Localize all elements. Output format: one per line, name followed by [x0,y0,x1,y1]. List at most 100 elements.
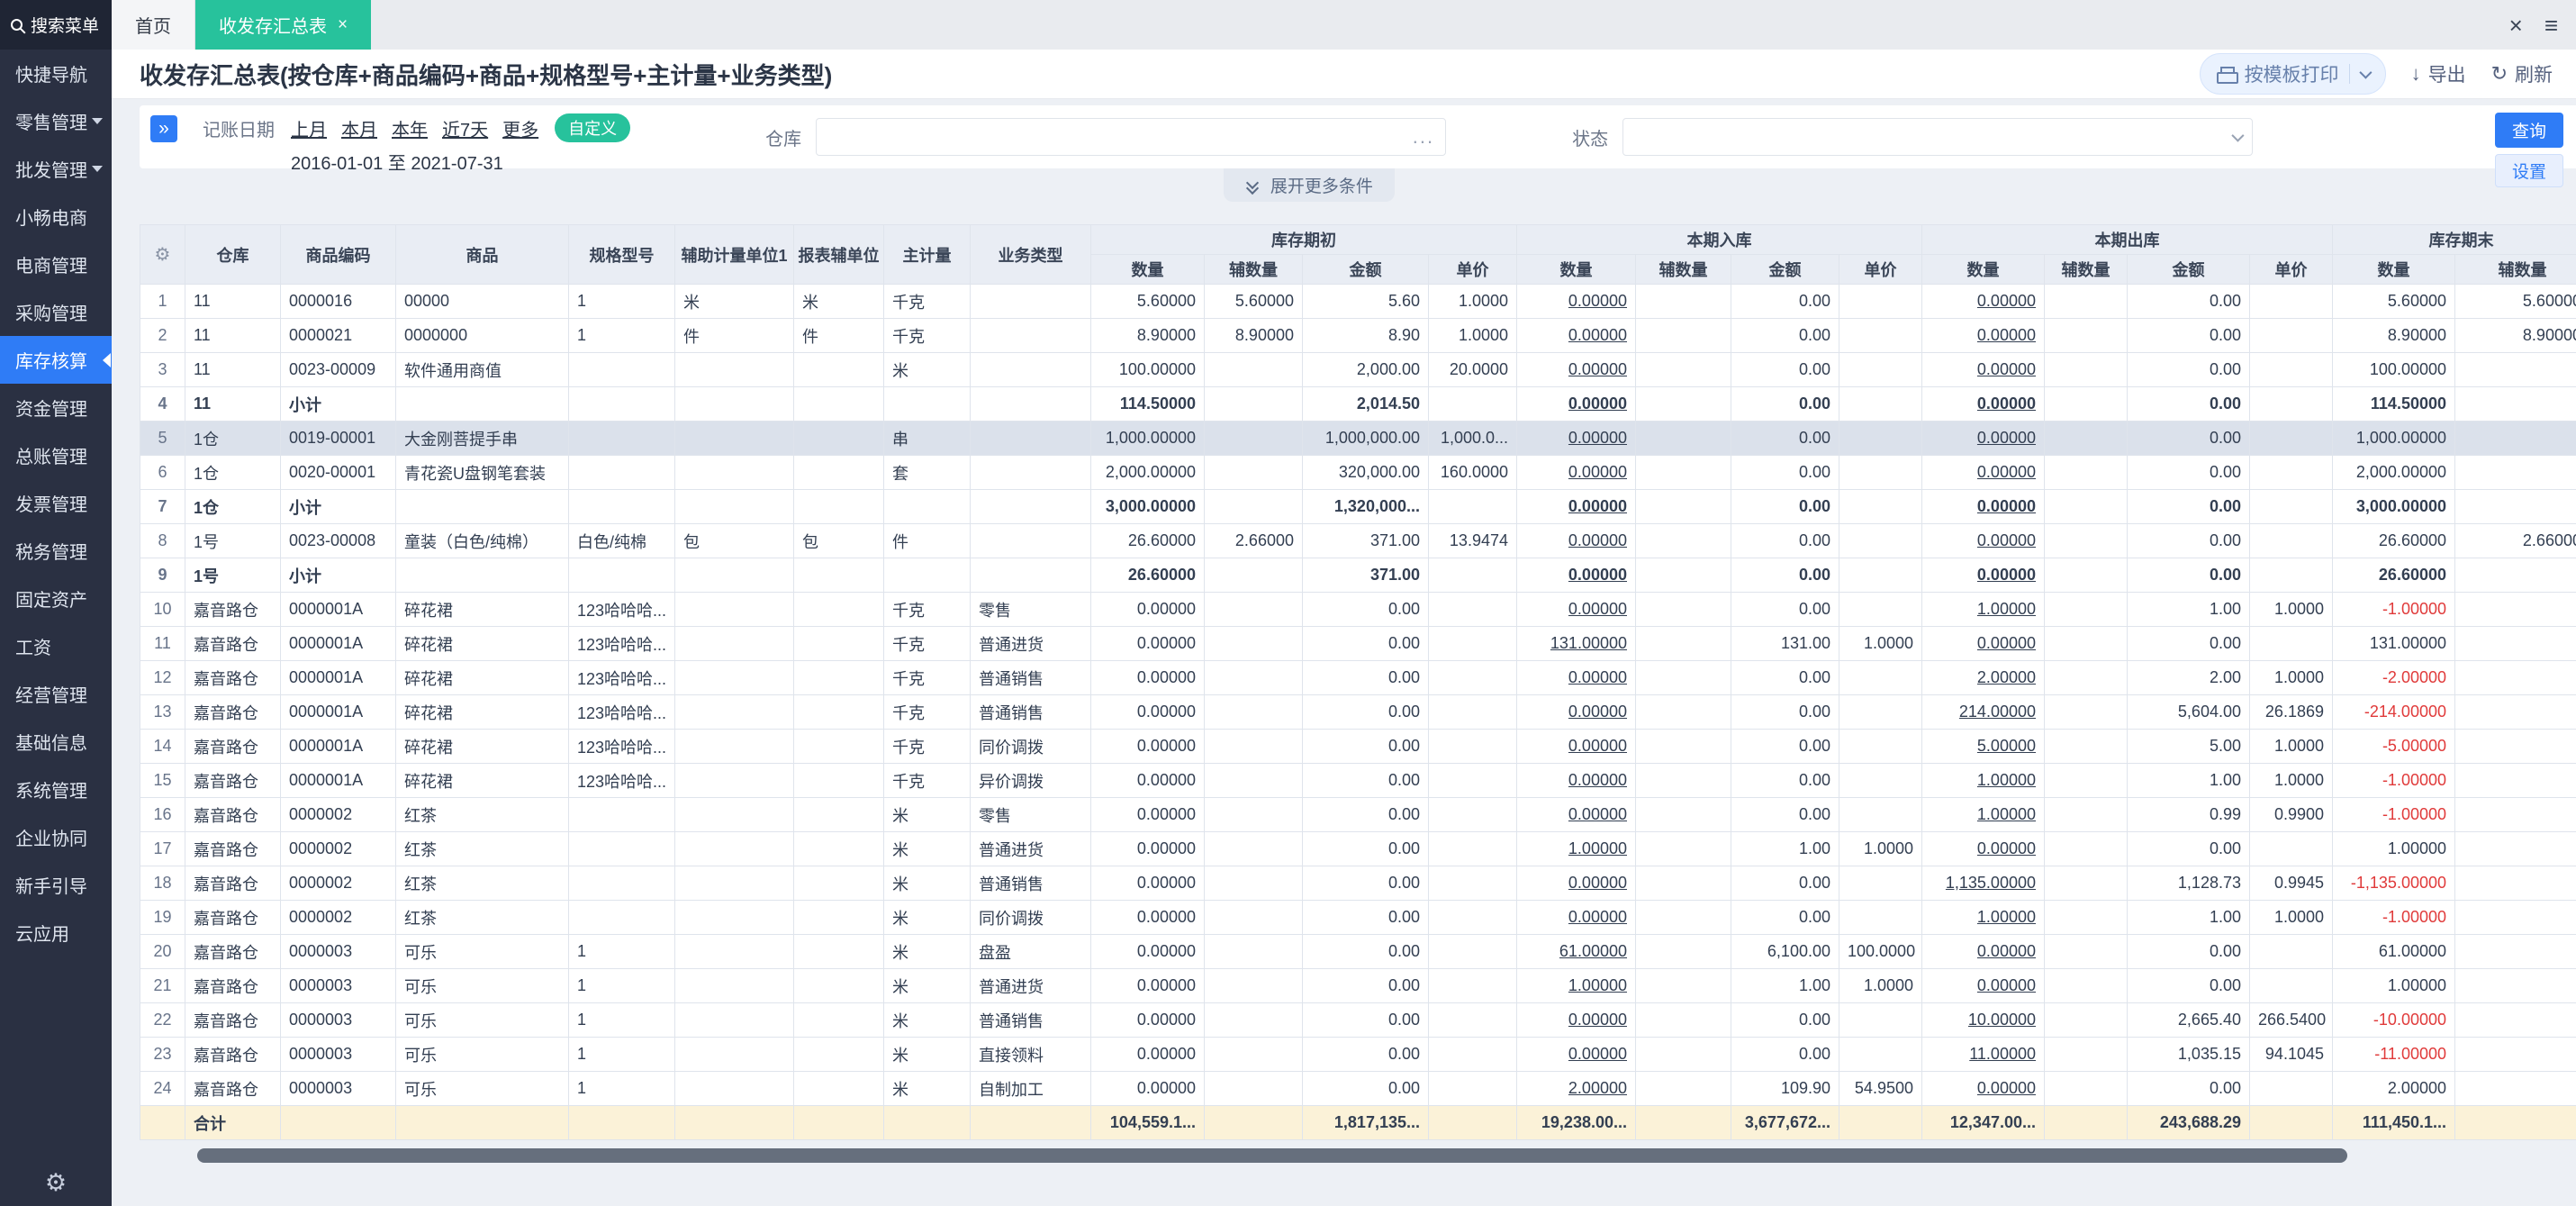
print-by-template-button[interactable]: 按模板打印 [2199,53,2386,95]
drilldown-link[interactable]: 2.00000 [1977,668,2036,686]
drilldown-link[interactable]: 1.00000 [1977,600,2036,618]
drilldown-link[interactable]: 0.00000 [1568,600,1627,618]
drilldown-link[interactable]: 1.00000 [1568,976,1627,994]
table-row[interactable]: 3 11 0023-00009 软件通用商值 米 100.00000 2,000.00 20.… [140,352,2576,387]
drilldown-link[interactable]: 0.00000 [1568,805,1627,823]
drilldown-link[interactable]: 0.00000 [1568,326,1627,344]
drilldown-link[interactable]: 0.00000 [1977,360,2036,378]
drilldown-link[interactable]: 2.00000 [1568,1079,1627,1097]
sidebar-item[interactable]: 系统管理 [0,766,112,813]
sidebar-item[interactable]: 电商管理 [0,240,112,288]
drilldown-link[interactable]: 0.00000 [1568,1045,1627,1063]
table-row[interactable]: 4 11 小计 114.50000 2,014.50 0.00000 0.00 0.00000… [140,386,2576,422]
column-settings-icon[interactable]: ⚙ [140,224,185,285]
drilldown-link[interactable]: 0.00000 [1977,976,2036,994]
drilldown-link[interactable]: 0.00000 [1977,292,2036,310]
quick-date-link[interactable]: 本月 [341,115,377,141]
table-row[interactable]: 7 1仓 小计 3,000.00000 1,320,000... 0.00000 0.00 0… [140,489,2576,524]
table-row[interactable]: 5 1仓 0019-00001 大金刚菩提手串 串 1,000.00000 1,000,00… [140,421,2576,456]
export-button[interactable]: ↓ 导出 [2411,60,2466,87]
warehouse-more-button[interactable]: ... [1413,127,1434,147]
table-row[interactable]: 16 嘉音路仓 0000002 红茶米零售 0.00000 0.00 0.00000 0.00… [140,797,2576,832]
drilldown-link[interactable]: 0.00000 [1977,531,2036,549]
sidebar-item[interactable]: 发票管理 [0,479,112,527]
drilldown-link[interactable]: 0.00000 [1568,703,1627,721]
date-range-value[interactable]: 2016-01-01 至 2021-07-31 [291,149,630,175]
drilldown-link[interactable]: 0.00000 [1977,429,2036,447]
sidebar-item[interactable]: 固定资产 [0,575,112,622]
drilldown-link[interactable]: 0.00000 [1568,908,1627,926]
sidebar-item[interactable]: 快捷导航 [0,50,112,97]
custom-date-button[interactable]: 自定义 [555,113,631,142]
drilldown-link[interactable]: 0.00000 [1977,1079,2036,1097]
table-row[interactable]: 15 嘉音路仓 0000001A 碎花裙 123哈哈哈... 千克 异价调拨 0.00000 0… [140,763,2576,798]
drilldown-link[interactable]: 131.00000 [1550,634,1627,652]
sidebar-item[interactable]: 基础信息 [0,718,112,766]
tab-home[interactable]: 首页 [112,0,195,50]
drilldown-link[interactable]: 0.00000 [1977,839,2036,857]
expand-more-conditions-button[interactable]: 展开更多条件 [1223,168,1395,202]
drilldown-link[interactable]: 0.00000 [1568,1011,1627,1029]
sidebar-item[interactable]: 云应用 [0,909,112,957]
sidebar-item[interactable]: 小畅电商 [0,193,112,240]
table-row[interactable]: 24 嘉音路仓 0000003 可乐 1 米自制加工 0.00000 0.00 2.00000 1… [140,1071,2576,1106]
close-icon[interactable]: × [2509,14,2523,37]
tab-close-icon[interactable]: × [338,15,348,35]
sidebar-item[interactable]: 税务管理 [0,527,112,575]
quick-date-link[interactable]: 本年 [392,115,428,141]
sidebar-item[interactable]: 新手引导 [0,861,112,909]
table-row[interactable]: 20 嘉音路仓 0000003 可乐 1 米盘盈 0.00000 0.00 61.00000 6,… [140,934,2576,969]
drilldown-link[interactable]: 1.00000 [1568,839,1627,857]
table-row[interactable]: 9 1号 小计 26.60000 371.00 0.00000 0.00 0.00000 0.0… [140,558,2576,593]
table-row[interactable]: 13 嘉音路仓 0000001A 碎花裙 123哈哈哈... 千克 普通销售 0.00000 0… [140,694,2576,730]
drilldown-link[interactable]: 0.00000 [1568,429,1627,447]
drilldown-link[interactable]: 0.00000 [1568,497,1627,515]
drilldown-link[interactable]: 1.00000 [1977,908,2036,926]
drilldown-link[interactable]: 1.00000 [1977,805,2036,823]
table-row[interactable]: 2 11 0000021 0000000 1 件件千克 8.90000 8.90000 8.90… [140,318,2576,353]
sidebar-item[interactable]: 工资 [0,622,112,670]
drilldown-link[interactable]: 0.00000 [1568,771,1627,789]
drilldown-link[interactable]: 0.00000 [1977,463,2036,481]
refresh-button[interactable]: ↻ 刷新 [2491,60,2553,87]
tab-summary-report[interactable]: 收发存汇总表 × [195,0,372,50]
quick-date-link[interactable]: 上月 [291,115,327,141]
table-row[interactable]: 11 嘉音路仓 0000001A 碎花裙 123哈哈哈... 千克 普通进货 0.00000 0… [140,626,2576,661]
chevron-down-icon[interactable] [2358,66,2373,79]
drilldown-link[interactable]: 61.00000 [1559,942,1627,960]
filter-collapse-button[interactable]: » [150,115,177,142]
table-row[interactable]: 18 嘉音路仓 0000002 红茶米普通销售 0.00000 0.00 0.00000 0.… [140,866,2576,901]
table-row[interactable]: 14 嘉音路仓 0000001A 碎花裙 123哈哈哈... 千克 同价调拨 0.00000 0… [140,729,2576,764]
drilldown-link[interactable]: 0.00000 [1568,668,1627,686]
drilldown-link[interactable]: 0.00000 [1568,360,1627,378]
table-row[interactable]: 12 嘉音路仓 0000001A 碎花裙 123哈哈哈... 千克 普通销售 0.00000 0… [140,660,2576,695]
drilldown-link[interactable]: 0.00000 [1977,394,2036,413]
drilldown-link[interactable]: 0.00000 [1568,394,1627,413]
horizontal-scrollbar[interactable] [140,1148,2576,1163]
sidebar-search-menu[interactable]: 搜索菜单 [0,0,112,50]
sidebar-item[interactable]: 经营管理 [0,670,112,718]
sidebar-item[interactable]: 零售管理 [0,97,112,145]
drilldown-link[interactable]: 0.00000 [1977,326,2036,344]
drilldown-link[interactable]: 0.00000 [1977,497,2036,515]
warehouse-input[interactable] [827,126,1413,148]
drilldown-link[interactable]: 0.00000 [1568,874,1627,892]
table-row[interactable]: 1 11 0000016 00000 1 米米千克 5.60000 5.60000 5.60 1.… [140,284,2576,319]
status-select[interactable] [1622,118,2254,156]
table-row[interactable]: 22 嘉音路仓 0000003 可乐 1 米普通销售 0.00000 0.00 0.00000 0… [140,1002,2576,1038]
drilldown-link[interactable]: 10.00000 [1968,1011,2036,1029]
table-row[interactable]: 8 1号 0023-00008 童装（白色/纯棉） 白色/纯棉包包件 26.60000 2.… [140,523,2576,558]
sidebar-item[interactable]: 库存核算 [0,336,112,384]
quick-date-link[interactable]: 更多 [502,115,538,141]
sidebar-item[interactable]: 批发管理 [0,145,112,193]
quick-date-link[interactable]: 近7天 [442,115,488,141]
drilldown-link[interactable]: 0.00000 [1977,942,2036,960]
scrollbar-thumb[interactable] [197,1148,2347,1163]
drilldown-link[interactable]: 1.00000 [1977,771,2036,789]
sidebar-settings-button[interactable]: ⚙ [0,1159,112,1206]
drilldown-link[interactable]: 214.00000 [1959,703,2036,721]
drilldown-link[interactable]: 5.00000 [1977,737,2036,755]
drilldown-link[interactable]: 0.00000 [1568,737,1627,755]
drilldown-link[interactable]: 0.00000 [1568,463,1627,481]
table-row[interactable]: 21 嘉音路仓 0000003 可乐 1 米普通进货 0.00000 0.00 1.00000 1… [140,968,2576,1003]
